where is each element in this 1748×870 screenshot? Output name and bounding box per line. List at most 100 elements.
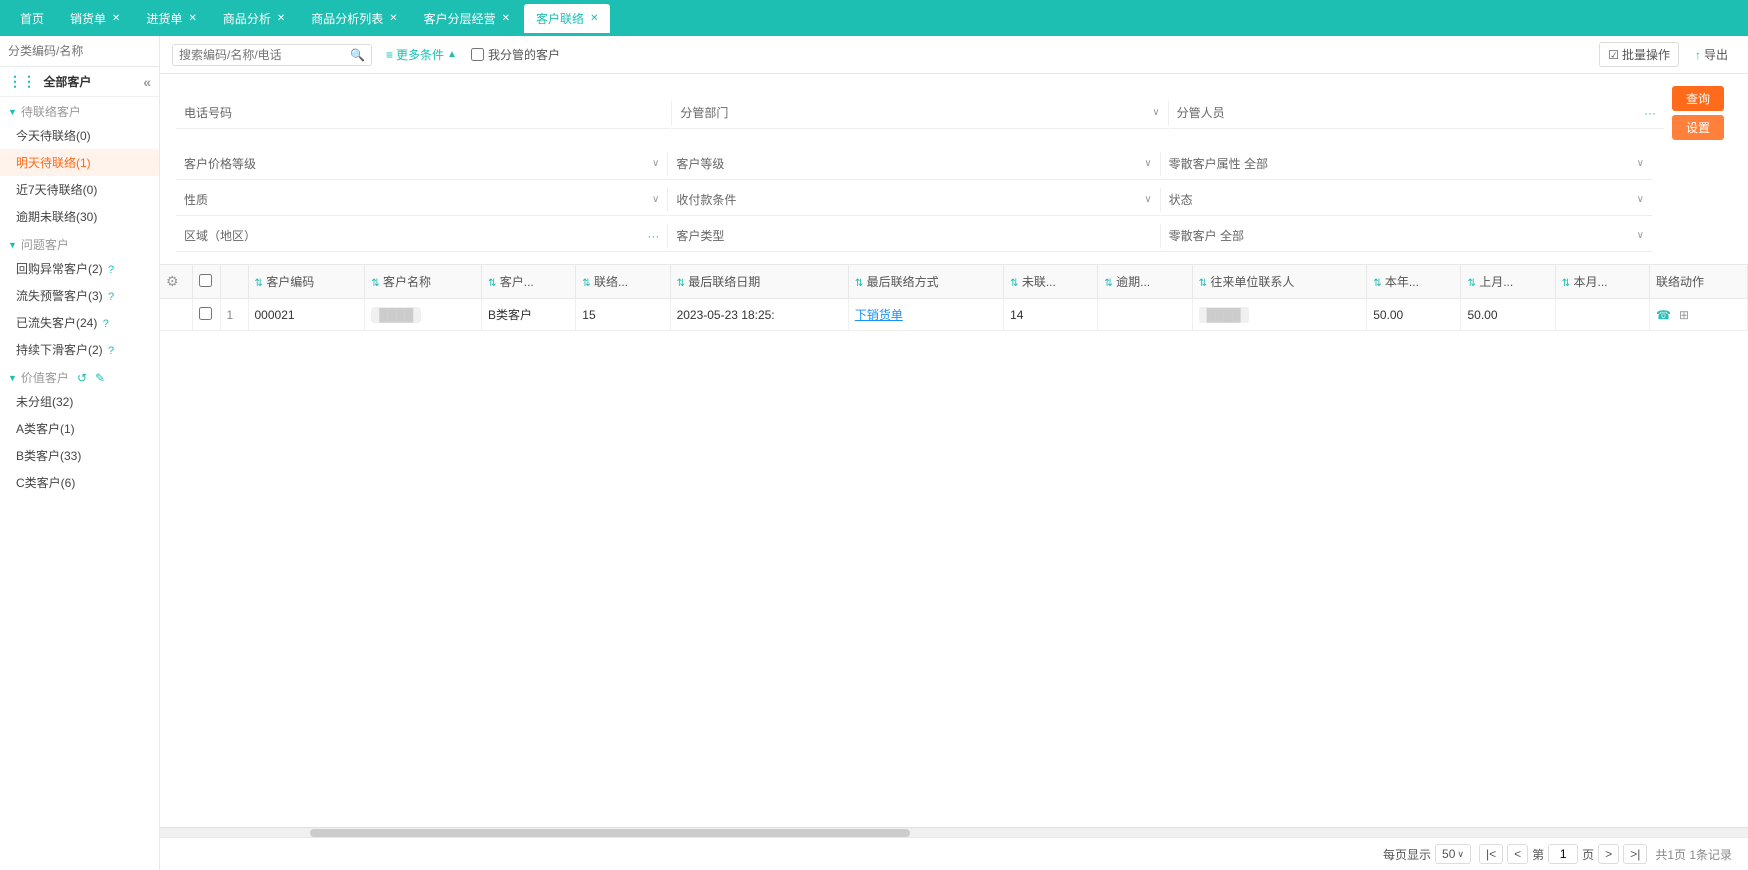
sidebar-item-churned[interactable]: 已流失客户(24) ? xyxy=(0,309,159,336)
close-icon[interactable]: ✕ xyxy=(502,13,510,24)
th-last-month: ⇅ 上月... xyxy=(1461,265,1555,299)
sidebar-item-churn-warning[interactable]: 流失预警客户(3) ? xyxy=(0,282,159,309)
per-page-select-box[interactable]: 50 ∨ xyxy=(1435,844,1471,864)
ellipsis-icon[interactable]: ··· xyxy=(1644,106,1656,120)
filter-status[interactable]: 状态 ∨ xyxy=(1161,184,1652,216)
filter-retail-customer[interactable]: 零散客户 全部 ∨ xyxy=(1161,220,1652,252)
filter-payment[interactable]: 收付款条件 ∨ xyxy=(668,184,1159,216)
sidebar-all-customers[interactable]: ⋮⋮ 全部客户 « xyxy=(0,67,159,97)
filter-customer-level[interactable]: 客户等级 ∨ xyxy=(668,148,1159,180)
more-action-icon[interactable]: ⊞ xyxy=(1679,308,1689,322)
close-icon[interactable]: ✕ xyxy=(188,13,196,24)
export-btn[interactable]: ↑ 导出 xyxy=(1687,43,1736,66)
expand-icon: ▼ xyxy=(8,373,17,383)
sidebar-item-tomorrow[interactable]: 明天待联络(1) xyxy=(0,149,159,176)
phone-icon[interactable]: ☎ xyxy=(1656,308,1671,322)
help-icon[interactable]: ? xyxy=(108,291,114,303)
close-icon[interactable]: ✕ xyxy=(389,13,397,24)
filter-retail-attr[interactable]: 零散客户属性 全部 ∨ xyxy=(1161,148,1652,180)
sort-icon: ⇅ xyxy=(1104,278,1112,289)
nav-product-analysis[interactable]: 商品分析 ✕ xyxy=(211,4,297,33)
sort-icon: ⇅ xyxy=(1199,278,1207,289)
help-icon[interactable]: ? xyxy=(108,345,114,357)
my-customers-checkbox[interactable]: 我分管的客户 xyxy=(471,46,560,63)
filter-more-btn[interactable]: ≡ 更多条件 ▲ xyxy=(380,43,463,66)
ellipsis-icon[interactable]: ··· xyxy=(647,229,659,243)
help-icon[interactable]: ? xyxy=(108,264,114,276)
chevron-down-icon: ∨ xyxy=(1144,194,1151,205)
select-all-checkbox[interactable] xyxy=(199,274,212,287)
sort-icon: ⇅ xyxy=(677,278,685,289)
my-customers-check[interactable] xyxy=(471,48,484,61)
scrollbar-thumb[interactable] xyxy=(310,829,910,837)
sidebar-item-today[interactable]: 今天待联络(0) xyxy=(0,122,159,149)
help-icon[interactable]: ? xyxy=(103,318,109,330)
chevron-down-icon: ∨ xyxy=(1637,158,1644,169)
last-method-link[interactable]: 下销货单 xyxy=(855,308,903,322)
close-icon[interactable]: ✕ xyxy=(277,13,285,24)
filter-person[interactable]: 分管人员 ··· xyxy=(1169,97,1664,129)
nav-customer-contact[interactable]: 客户联络 ✕ xyxy=(524,4,610,33)
refresh-icon[interactable]: ↺ xyxy=(77,371,87,385)
nav-purchase-order[interactable]: 进货单 ✕ xyxy=(134,4,208,33)
chevron-down-icon: ∨ xyxy=(1637,194,1644,205)
sidebar-item-declining[interactable]: 持续下滑客户(2) ? xyxy=(0,336,159,363)
close-icon[interactable]: ✕ xyxy=(590,13,598,24)
reset-button[interactable]: 设置 xyxy=(1672,115,1724,140)
filter-price-level[interactable]: 客户价格等级 ∨ xyxy=(176,148,667,180)
last-page-btn[interactable]: >| xyxy=(1623,844,1647,864)
search-icon[interactable]: 🔍 xyxy=(350,48,365,62)
filter-icon: ≡ xyxy=(386,48,393,62)
th-last-date: ⇅ 最后联络日期 xyxy=(670,265,848,299)
filter-row-1: 电话号码 分管部门 ∨ 分管人员 ··· 查询 设置 xyxy=(176,82,1732,144)
sidebar: 🔍 ⋮⋮ 全部客户 « ▼ 待联络客户 今天待联络(0) 明天待联络(1) 近7… xyxy=(0,36,160,870)
page-number-input[interactable] xyxy=(1548,844,1578,864)
top-navigation: 首页 销货单 ✕ 进货单 ✕ 商品分析 ✕ 商品分析列表 ✕ 客户分层经营 ✕ … xyxy=(0,0,1748,36)
sidebar-item-class-b[interactable]: B类客户(33) xyxy=(0,442,159,469)
th-contacts: ⇅ 联络... xyxy=(576,265,670,299)
td-code: 000021 xyxy=(248,299,365,331)
filter-row-3: 性质 ∨ 收付款条件 ∨ 状态 ∨ xyxy=(176,184,1732,216)
sidebar-item-overdue[interactable]: 逾期未联络(30) xyxy=(0,203,159,230)
search-box: 🔍 xyxy=(172,44,372,66)
sidebar-search-input[interactable] xyxy=(8,44,160,58)
nav-sales-order[interactable]: 销货单 ✕ xyxy=(58,4,132,33)
search-input[interactable] xyxy=(179,48,346,62)
batch-operation-btn[interactable]: ☑ 批量操作 xyxy=(1599,42,1679,67)
th-customer-name: ⇅ 客户名称 xyxy=(365,265,482,299)
sidebar-item-ungrouped[interactable]: 未分组(32) xyxy=(0,388,159,415)
sidebar-group-pending: ▼ 待联络客户 xyxy=(0,97,159,122)
prev-page-btn[interactable]: < xyxy=(1507,844,1528,864)
chevron-down-icon: ∨ xyxy=(1637,230,1644,241)
table-footer: 每页显示 50 ∨ |< < 第 页 > >| 共1页 1条记录 xyxy=(160,837,1748,870)
edit-icon[interactable]: ✎ xyxy=(95,371,105,385)
td-this-year: 50.00 xyxy=(1367,299,1461,331)
filter-region[interactable]: 区域（地区） ··· xyxy=(176,220,667,252)
query-button[interactable]: 查询 xyxy=(1672,86,1724,111)
horizontal-scrollbar[interactable] xyxy=(160,827,1748,837)
filter-nature[interactable]: 性质 ∨ xyxy=(176,184,667,216)
nav-home[interactable]: 首页 xyxy=(8,4,56,33)
td-uncontacted: 14 xyxy=(1004,299,1098,331)
filter-dept[interactable]: 分管部门 ∨ xyxy=(672,97,1167,129)
nav-product-analysis-list[interactable]: 商品分析列表 ✕ xyxy=(299,4,409,33)
close-icon[interactable]: ✕ xyxy=(112,13,120,24)
td-overdue xyxy=(1098,299,1192,331)
sort-icon: ⇅ xyxy=(488,278,496,289)
gear-icon[interactable]: ⚙ xyxy=(166,273,179,289)
row-checkbox[interactable] xyxy=(199,307,212,320)
sidebar-item-7days[interactable]: 近7天待联络(0) xyxy=(0,176,159,203)
td-type: B类客户 xyxy=(482,299,576,331)
next-page-btn[interactable]: > xyxy=(1598,844,1619,864)
sidebar-item-abnormal[interactable]: 回购异常客户(2) ? xyxy=(0,255,159,282)
first-page-btn[interactable]: |< xyxy=(1479,844,1503,864)
table-row: 1 000021 ████ B类客户 15 xyxy=(160,299,1748,331)
th-action: 联络动作 xyxy=(1650,265,1748,299)
customer-table: ⚙ ⇅ 客户编码 ⇅ 客户名称 xyxy=(160,265,1748,331)
sort-icon: ⇅ xyxy=(255,278,263,289)
collapse-icon[interactable]: « xyxy=(143,74,151,90)
sidebar-item-class-c[interactable]: C类客户(6) xyxy=(0,469,159,496)
sidebar-item-class-a[interactable]: A类客户(1) xyxy=(0,415,159,442)
expand-icon: ▼ xyxy=(8,107,17,117)
nav-customer-tier[interactable]: 客户分层经营 ✕ xyxy=(412,4,522,33)
